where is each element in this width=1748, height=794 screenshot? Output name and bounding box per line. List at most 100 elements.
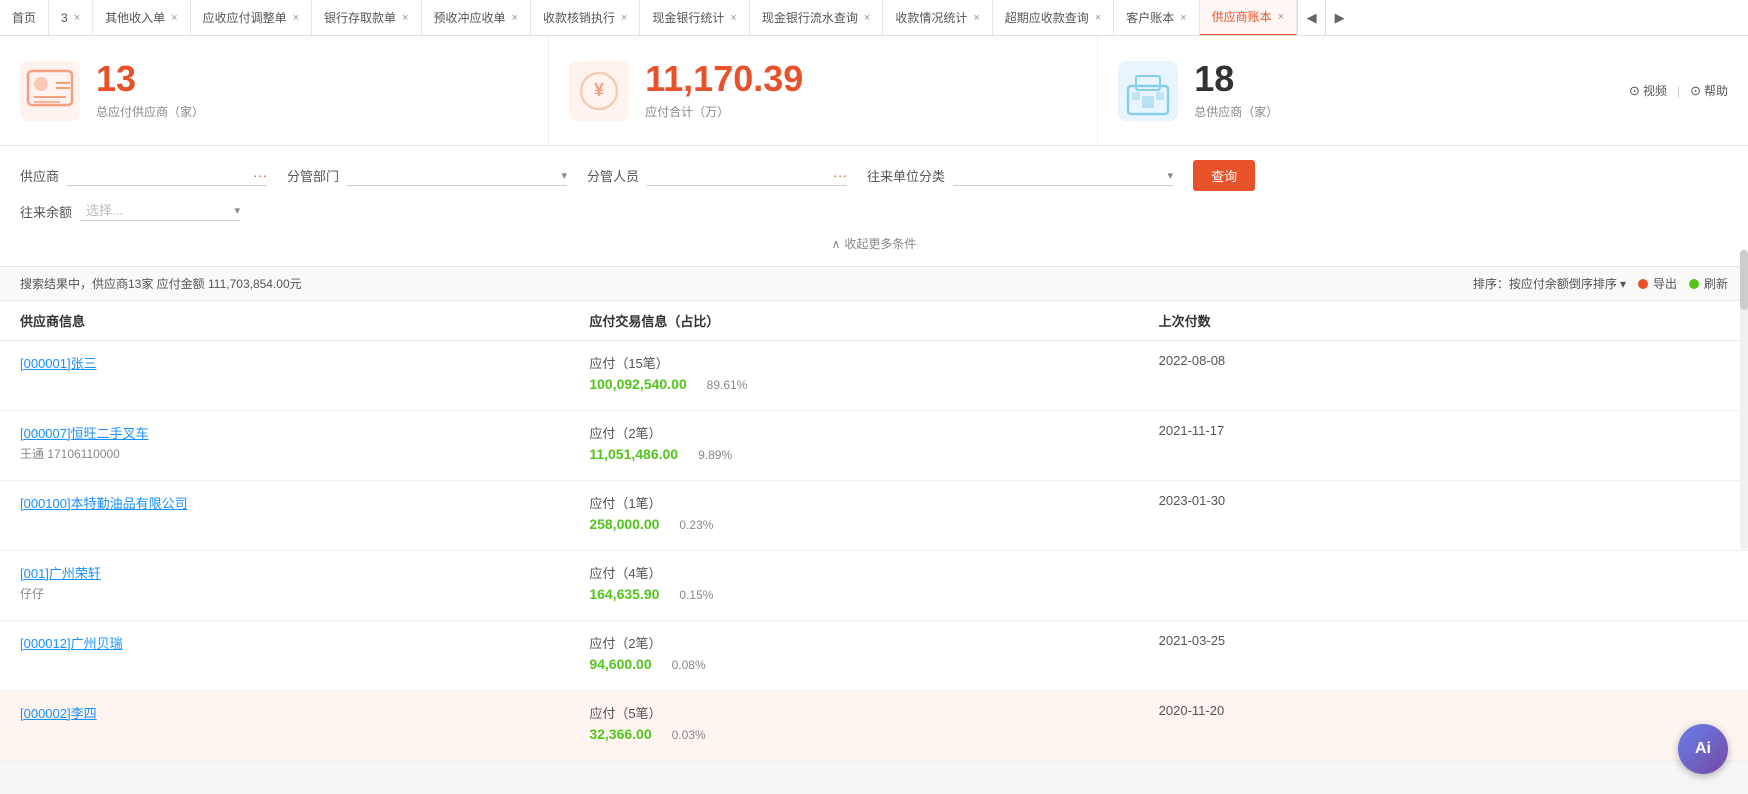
tx-amount-row: 100,092,540.00 89.61% xyxy=(589,372,1158,392)
data-table: 供应商信息 应付交易信息（占比） 上次付数 [000001]张三 应付（15笔）… xyxy=(0,301,1748,761)
total-suppliers-label: 总供应商（家） xyxy=(1194,103,1278,120)
export-label: 导出 xyxy=(1653,275,1677,292)
tx-amount: 164,635.90 xyxy=(589,586,659,602)
nav-tab-collection[interactable]: 收款核销执行 × xyxy=(531,0,640,36)
last-pay-col: 2023-01-30 xyxy=(1159,493,1728,508)
close-icon[interactable]: × xyxy=(1095,12,1101,24)
close-icon[interactable]: × xyxy=(512,12,518,24)
filter-category: 往来单位分类 ▾ xyxy=(867,166,1173,186)
refresh-button[interactable]: 刷新 xyxy=(1689,275,1728,292)
tx-info-col: 应付（4笔） 164,635.90 0.15% xyxy=(589,563,1158,602)
tx-label: 应付（4笔） xyxy=(589,563,1158,582)
tx-amount-row: 32,366.00 0.03% xyxy=(589,722,1158,742)
summary-card-total-suppliers: 18 总供应商（家） ⊙ 视频 | ⊙ 帮助 xyxy=(1098,36,1748,145)
close-icon[interactable]: × xyxy=(864,12,870,24)
filter-row-1: 供应商 ··· 分管部门 ▾ 分管人员 ··· 往来单位分类 xyxy=(20,160,1728,191)
supplier-link[interactable]: [000002]李四 xyxy=(20,703,589,722)
close-icon[interactable]: × xyxy=(730,12,736,24)
refresh-label: 刷新 xyxy=(1704,275,1728,292)
tx-amount: 94,600.00 xyxy=(589,656,651,672)
filter-person: 分管人员 ··· xyxy=(587,166,847,186)
supplier-dots-icon[interactable]: ··· xyxy=(253,167,267,183)
query-button[interactable]: 查询 xyxy=(1193,160,1255,191)
nav-tab-overdue[interactable]: 超期应收款查询 × xyxy=(993,0,1114,36)
nav-tab-bank-deposit[interactable]: 银行存取款单 × xyxy=(312,0,421,36)
tx-pct: 0.08% xyxy=(672,658,706,672)
nav-tab-cash-stat[interactable]: 现金银行统计 × xyxy=(640,0,749,36)
person-input[interactable] xyxy=(647,166,829,185)
category-input[interactable] xyxy=(953,166,1163,185)
sort-button[interactable]: 排序：按应付余额倒序排序 ▾ xyxy=(1473,275,1626,292)
nav-tab-customer-ledger[interactable]: 客户账本 × xyxy=(1114,0,1199,36)
supplier-info-col: [000002]李四 xyxy=(20,703,589,722)
supplier-info-col: [000012]广州贝瑞 xyxy=(20,633,589,652)
dept-select-wrap: ▾ xyxy=(347,166,567,186)
last-pay-date: 2021-03-25 xyxy=(1159,633,1226,648)
ai-button[interactable]: Ai xyxy=(1678,724,1728,774)
last-pay-date: 2023-01-30 xyxy=(1159,493,1226,508)
nav-tab-other-income[interactable]: 其他收入单 × xyxy=(93,0,190,36)
tx-label: 应付（1笔） xyxy=(589,493,1158,512)
last-pay-date: 2022-08-08 xyxy=(1159,353,1226,368)
last-pay-col: 2021-11-17 xyxy=(1159,423,1728,438)
balance-chevron-icon: ▾ xyxy=(234,204,240,217)
nav-tab-prepay[interactable]: 预收冲应收单 × xyxy=(422,0,531,36)
close-icon[interactable]: × xyxy=(973,12,979,24)
close-icon[interactable]: × xyxy=(1180,12,1186,24)
summary-card-payable-total: ¥ 11,170.39 应付合计（万） xyxy=(549,36,1098,145)
supplier-link[interactable]: [000007]恒旺二手叉车 xyxy=(20,423,589,442)
scrollbar-thumb[interactable] xyxy=(1740,250,1748,310)
payable-total-number: 11,170.39 xyxy=(645,61,803,97)
balance-input[interactable] xyxy=(80,201,230,220)
close-icon[interactable]: × xyxy=(74,12,80,24)
nav-tab-home[interactable]: 首页 xyxy=(0,0,49,36)
summary-area: 13 总应付供应商（家） ¥ 11,170.39 应付合计（万） xyxy=(0,36,1748,146)
sort-area: 排序：按应付余额倒序排序 ▾ 导出 刷新 xyxy=(1473,275,1728,292)
table-row: [000001]张三 应付（15笔） 100,092,540.00 89.61%… xyxy=(0,341,1748,411)
summary-card1-text: 13 总应付供应商（家） xyxy=(96,61,204,120)
tx-amount-row: 94,600.00 0.08% xyxy=(589,652,1158,672)
tx-amount-row: 164,635.90 0.15% xyxy=(589,582,1158,602)
last-pay-col: 2020-11-20 xyxy=(1159,703,1728,718)
close-icon[interactable]: × xyxy=(402,12,408,24)
payable-suppliers-label: 总应付供应商（家） xyxy=(96,103,204,120)
scrollbar-track xyxy=(1740,250,1748,550)
nav-tab-collection-stat[interactable]: 收款情况统计 × xyxy=(883,0,992,36)
filter-dept: 分管部门 ▾ xyxy=(287,166,567,186)
close-icon[interactable]: × xyxy=(171,12,177,24)
export-button[interactable]: 导出 xyxy=(1638,275,1677,292)
supplier-info-col: [000001]张三 xyxy=(20,353,589,372)
collapse-bar[interactable]: ∧ 收起更多条件 xyxy=(20,231,1728,256)
nav-arrow-left[interactable]: ◀ xyxy=(1297,0,1325,36)
tx-amount: 11,051,486.00 xyxy=(589,446,678,462)
dept-input[interactable] xyxy=(347,166,557,185)
nav-tab-ar-ap-adjust[interactable]: 应收应付调整单 × xyxy=(191,0,312,36)
nav-tab-3[interactable]: 3 × xyxy=(49,0,93,36)
help-link[interactable]: ⊙ 帮助 xyxy=(1690,82,1728,99)
supplier-link[interactable]: [000012]广州贝瑞 xyxy=(20,633,589,652)
summary-card2-text: 11,170.39 应付合计（万） xyxy=(645,61,803,120)
person-label: 分管人员 xyxy=(587,166,639,185)
close-icon[interactable]: × xyxy=(1278,11,1284,23)
nav-tab-supplier-ledger[interactable]: 供应商账本 × xyxy=(1200,0,1297,36)
close-icon[interactable]: × xyxy=(621,12,627,24)
close-icon[interactable]: × xyxy=(293,12,299,24)
supplier-link[interactable]: [000001]张三 xyxy=(20,353,589,372)
sort-chevron-icon: ▾ xyxy=(1620,277,1626,291)
balance-select-wrap: ▾ xyxy=(80,201,240,221)
nav-tab-cash-flow[interactable]: 现金银行流水查询 × xyxy=(750,0,883,36)
nav-arrow-right[interactable]: ▶ xyxy=(1325,0,1353,36)
supplier-link[interactable]: [001]广州荣轩 xyxy=(20,563,589,582)
collapse-up-icon: ∧ xyxy=(832,237,841,251)
refresh-icon xyxy=(1689,279,1699,289)
person-dots-icon[interactable]: ··· xyxy=(833,167,847,183)
tx-label: 应付（15笔） xyxy=(589,353,1158,372)
export-icon xyxy=(1638,279,1648,289)
tx-pct: 0.23% xyxy=(679,518,713,532)
tx-info-col: 应付（2笔） 94,600.00 0.08% xyxy=(589,633,1158,672)
supplier-link[interactable]: [000100]本特勤油品有限公司 xyxy=(20,493,589,512)
last-pay-date: 2021-11-17 xyxy=(1159,423,1225,438)
supplier-input[interactable] xyxy=(67,166,249,185)
video-link[interactable]: ⊙ 视频 xyxy=(1629,82,1667,99)
balance-label: 往来余额 xyxy=(20,202,72,221)
